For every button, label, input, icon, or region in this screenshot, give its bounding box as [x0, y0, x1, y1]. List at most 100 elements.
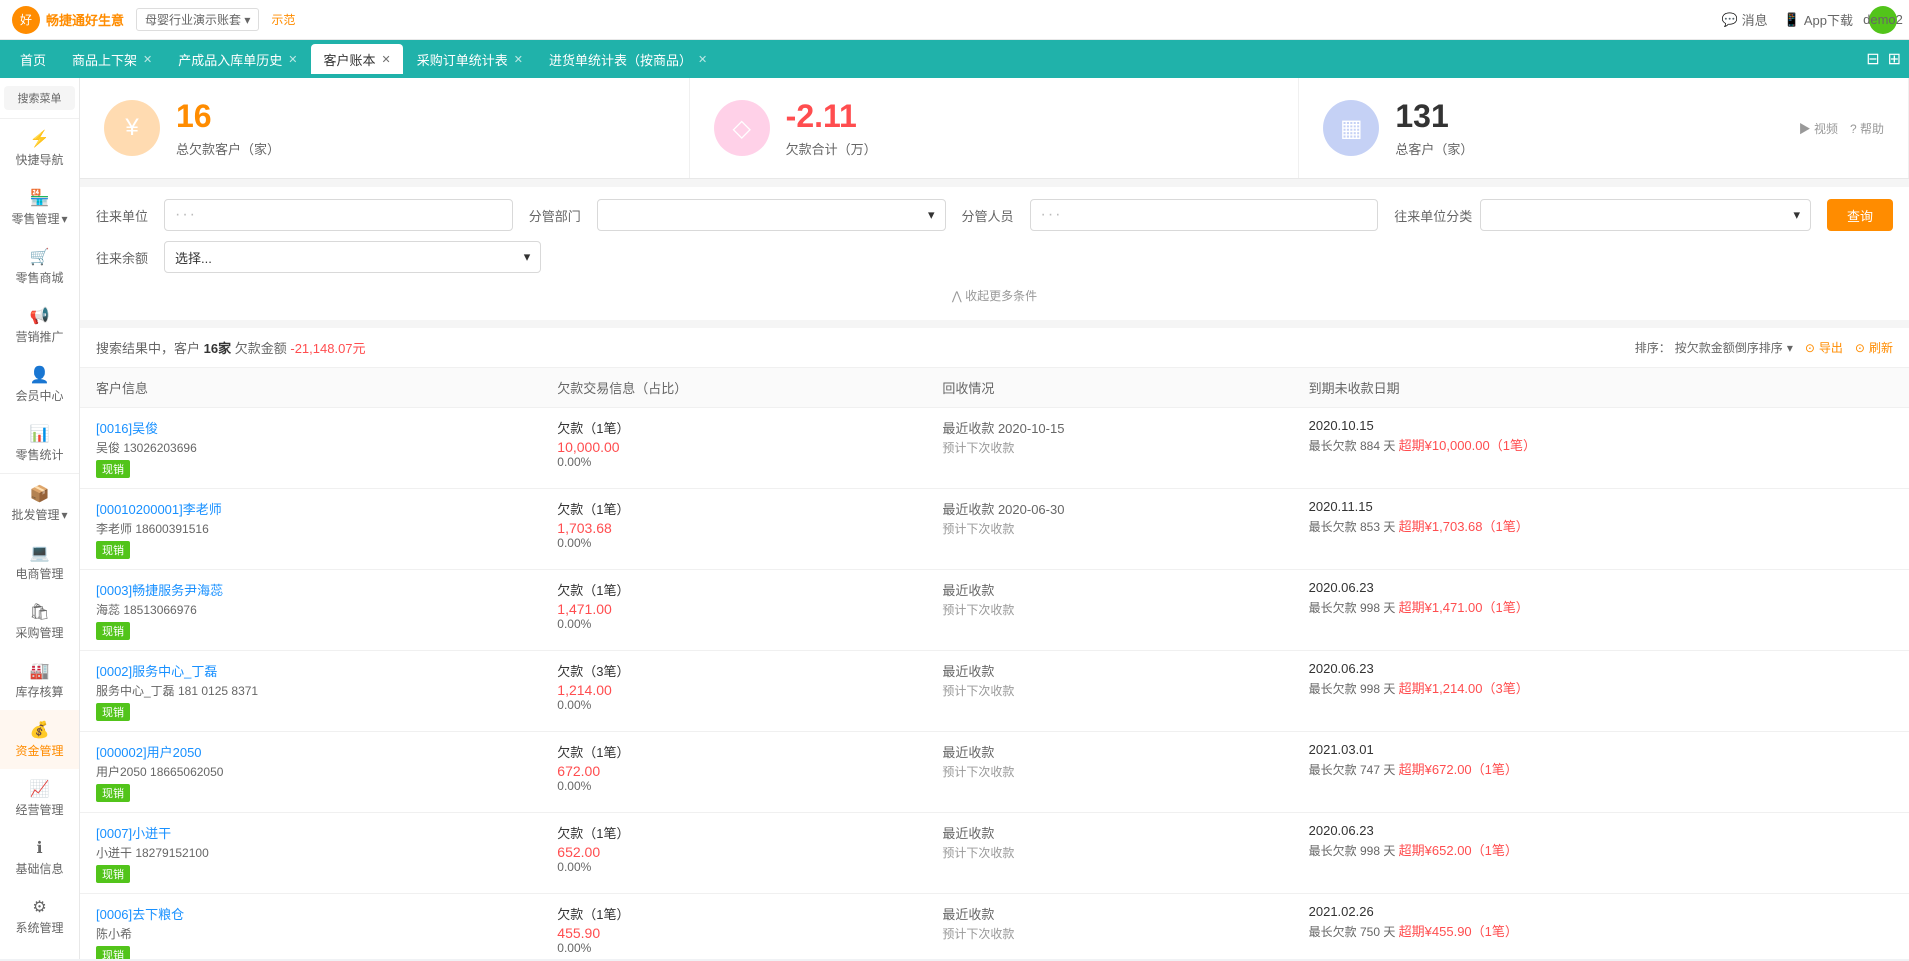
sidebar-item-system[interactable]: ⚙ 系统管理 — [0, 887, 79, 946]
finance-icon: 💰 — [4, 720, 75, 740]
stat-card-total-customers: ▦ 131 总客户（家） ▶ 视频 ? 帮助 — [1299, 78, 1909, 178]
tab-goods-close[interactable]: ✕ — [143, 53, 152, 66]
sort-select[interactable]: 排序： 按欠款金额倒序排序 ▾ — [1635, 339, 1793, 356]
sidebar-item-ecommerce[interactable]: 💻 电商管理 — [0, 533, 79, 592]
app-download-btn[interactable]: 📱 App下载 — [1784, 10, 1853, 29]
help-btn[interactable]: ? 帮助 — [1850, 120, 1884, 137]
debt-amount-4[interactable]: 672.00 — [557, 763, 910, 779]
overdue-amount-0[interactable]: 超期¥10,000.00（1笔） — [1399, 438, 1536, 453]
search-btn[interactable]: 查询 — [1827, 199, 1893, 231]
help-icon: ? — [1850, 122, 1857, 136]
customer-name-4[interactable]: [000002]用户2050 — [96, 742, 525, 761]
tab-production-close[interactable]: ✕ — [288, 53, 297, 66]
customer-phone-5: 小迸干 18279152100 — [96, 844, 525, 861]
debt-amount-1[interactable]: 1,703.68 — [557, 520, 910, 536]
filter-unit-class-select[interactable]: ▾ — [1480, 199, 1811, 231]
debt-ratio-3: 0.00% — [557, 698, 910, 712]
stat-card-debt-customers: ¥ 16 总欠款客户（家） — [80, 78, 690, 178]
debt-ratio-4: 0.00% — [557, 779, 910, 793]
customer-tag-4: 现销 — [96, 784, 130, 802]
chevron-down-unit-class: ▾ — [1793, 207, 1800, 223]
filter-person-input[interactable]: ··· — [1030, 199, 1379, 231]
customer-tag-5: 现销 — [96, 865, 130, 883]
td-recovery-2: 最近收款 预计下次收款 — [926, 570, 1292, 651]
tab-purchase-order-close[interactable]: ✕ — [514, 53, 523, 66]
chevron-down-sort: ▾ — [1787, 341, 1793, 355]
sidebar-item-basic-info[interactable]: ℹ 基础信息 — [0, 828, 79, 887]
table-row: [0002]服务中心_丁磊 服务中心_丁磊 181 0125 8371 现销 欠… — [80, 651, 1909, 732]
tab-maximize-btn[interactable]: ⊞ — [1888, 49, 1901, 69]
tab-customer-account[interactable]: 客户账本 ✕ — [311, 44, 402, 74]
filter-person-dots: ··· — [1041, 206, 1063, 224]
debt-amount-3[interactable]: 1,214.00 — [557, 682, 910, 698]
collapse-btn[interactable]: ⋀ 收起更多条件 — [96, 283, 1893, 308]
sidebar-item-retail-stats[interactable]: 📊 零售统计 — [0, 414, 79, 473]
tab-goods[interactable]: 商品上下架 ✕ — [60, 44, 164, 74]
filter-unit-input[interactable]: ··· — [164, 199, 513, 231]
sidebar-item-warehouse[interactable]: 🏭 库存核算 — [0, 651, 79, 710]
sidebar-item-operation[interactable]: 📈 经营管理 — [0, 769, 79, 828]
message-btn[interactable]: 💬 消息 — [1721, 10, 1767, 29]
tab-minimize-btn[interactable]: ⊟ — [1866, 49, 1879, 69]
sidebar-item-enterprise-coop[interactable]: 🤝 企业协同 — [0, 946, 79, 959]
td-customer-info-0: [0016]吴俊 吴俊 13026203696 现销 — [80, 408, 541, 489]
customer-name-1[interactable]: [00010200001]李老师 — [96, 499, 525, 518]
sidebar-item-purchase[interactable]: 🛍 采购管理 — [0, 592, 79, 651]
debt-amount-0[interactable]: 10,000.00 — [557, 439, 910, 455]
overdue-date-5: 2020.06.23 — [1309, 823, 1893, 838]
overdue-amount-6[interactable]: 超期¥455.90（1笔） — [1399, 924, 1518, 939]
tab-purchase-order[interactable]: 采购订单统计表 ✕ — [405, 44, 535, 74]
tab-bar-controls: ⊟ ⊞ — [1866, 49, 1901, 69]
table-row: [0003]畅捷服务尹海蕊 海蕊 18513066976 现销 欠款（1笔） 1… — [80, 570, 1909, 651]
recovery-next-0: 预计下次收款 — [942, 439, 1276, 456]
stats-bar: ¥ 16 总欠款客户（家） ◇ -2.11 欠款合计（万） ▦ 131 总客户（… — [80, 78, 1909, 179]
tab-purchase-stats[interactable]: 进货单统计表（按商品） ✕ — [537, 44, 719, 74]
overdue-date-2: 2020.06.23 — [1309, 580, 1893, 595]
customer-name-2[interactable]: [0003]畅捷服务尹海蕊 — [96, 580, 525, 599]
overdue-days-1: 最长欠款 853 天 超期¥1,703.68（1笔） — [1309, 516, 1893, 535]
search-summary: 搜索结果中，客户 16家 欠款金额 -21,148.07元 — [96, 338, 366, 357]
tab-home[interactable]: 首页 — [8, 44, 58, 74]
debt-count-3: 欠款（3笔） — [557, 661, 910, 680]
customer-name-6[interactable]: [0006]去下粮仓 — [96, 904, 525, 923]
stats-icon: 📊 — [4, 424, 75, 444]
debt-amount-5[interactable]: 652.00 — [557, 844, 910, 860]
customer-name-3[interactable]: [0002]服务中心_丁磊 — [96, 661, 525, 680]
filter-item-unit: 往来单位 ··· — [96, 199, 513, 231]
overdue-amount-5[interactable]: 超期¥652.00（1笔） — [1399, 843, 1518, 858]
debt-amount-2[interactable]: 1,471.00 — [557, 601, 910, 617]
sidebar-item-marketing[interactable]: 📢 营销推广 — [0, 296, 79, 355]
sidebar-item-retail-mgmt[interactable]: 🏪 零售管理 ▾ — [0, 178, 79, 237]
sidebar-item-finance[interactable]: 💰 资金管理 — [0, 710, 79, 769]
overdue-amount-1[interactable]: 超期¥1,703.68（1笔） — [1399, 519, 1529, 534]
tab-customer-close[interactable]: ✕ — [382, 53, 391, 66]
customer-name-5[interactable]: [0007]小迸干 — [96, 823, 525, 842]
user-menu[interactable]: demo2 — [1869, 6, 1897, 34]
refresh-btn[interactable]: ⊙ 刷新 — [1855, 339, 1893, 356]
sidebar-item-quick-nav[interactable]: ⚡ 快捷导航 — [0, 119, 79, 178]
overdue-amount-4[interactable]: 超期¥672.00（1笔） — [1399, 762, 1518, 777]
td-customer-info-1: [00010200001]李老师 李老师 18600391516 现销 — [80, 489, 541, 570]
th-overdue-date: 到期未收款日期 — [1293, 368, 1909, 408]
table-row: [0016]吴俊 吴俊 13026203696 现销 欠款（1笔） 10,000… — [80, 408, 1909, 489]
filter-dept-select[interactable]: ▾ — [597, 199, 946, 231]
customer-phone-4: 用户2050 18665062050 — [96, 763, 525, 780]
tab-purchase-stats-close[interactable]: ✕ — [698, 53, 707, 66]
sidebar-search-btn[interactable]: 搜索菜单 — [4, 86, 75, 110]
system-icon: ⚙ — [4, 897, 75, 917]
store-selector[interactable]: 母婴行业演示账套 ▾ — [136, 8, 259, 31]
customer-name-0[interactable]: [0016]吴俊 — [96, 418, 525, 437]
debt-amount-6[interactable]: 455.90 — [557, 925, 910, 941]
view-video-btn[interactable]: ▶ 视频 — [1799, 120, 1838, 137]
video-icon: ▶ — [1799, 122, 1811, 136]
export-btn[interactable]: ⊙ 导出 — [1805, 339, 1843, 356]
sidebar-item-retail-mall[interactable]: 🛒 零售商城 — [0, 237, 79, 296]
sidebar-item-batch-mgmt[interactable]: 📦 批发管理 ▾ — [0, 474, 79, 533]
overdue-amount-3[interactable]: 超期¥1,214.00（3笔） — [1399, 681, 1529, 696]
refresh-icon: ⊙ — [1855, 341, 1865, 355]
tab-production[interactable]: 产成品入库单历史 ✕ — [166, 44, 309, 74]
filter-balance-select[interactable]: 选择... ▾ — [164, 241, 541, 273]
stat-card-actions: ▶ 视频 ? 帮助 — [1799, 120, 1884, 137]
sidebar-item-member[interactable]: 👤 会员中心 — [0, 355, 79, 414]
overdue-amount-2[interactable]: 超期¥1,471.00（1笔） — [1399, 600, 1529, 615]
